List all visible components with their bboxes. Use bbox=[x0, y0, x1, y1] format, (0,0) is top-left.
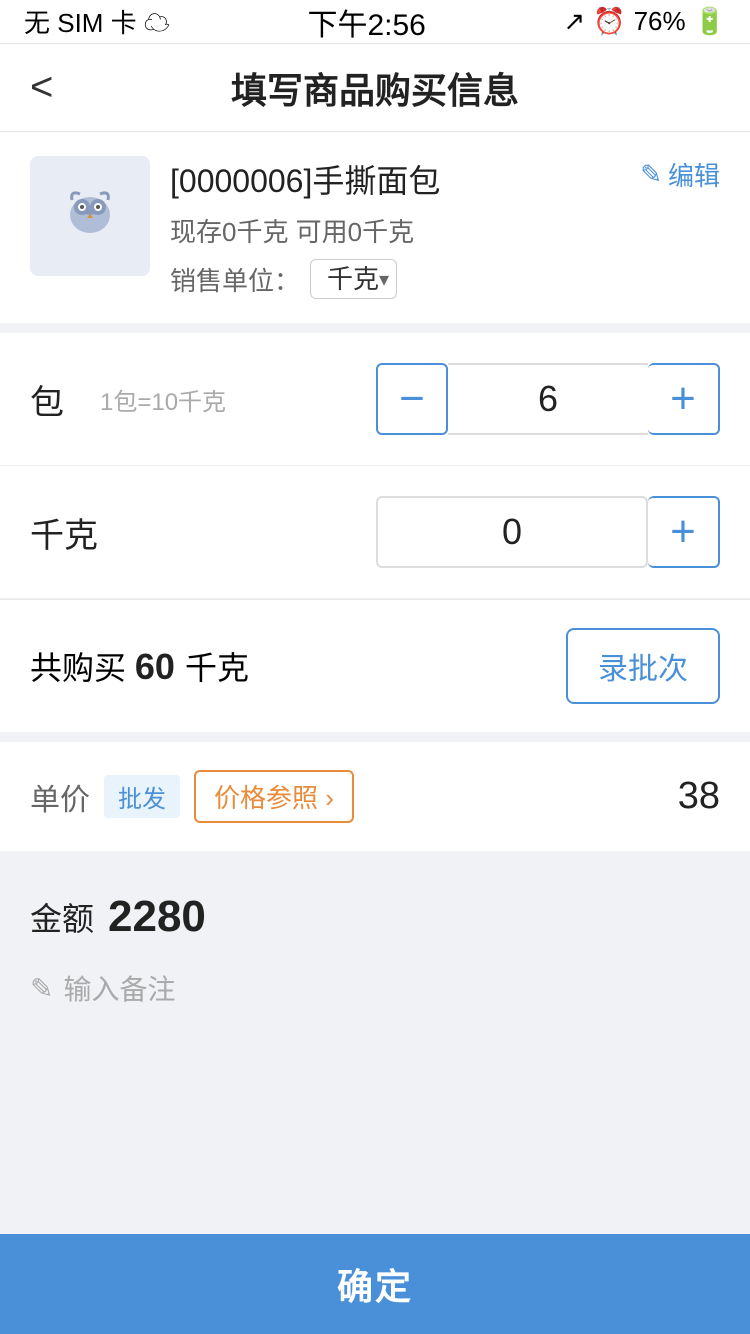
quantity-input-bao[interactable] bbox=[448, 363, 648, 435]
summary-value: 60 bbox=[135, 646, 185, 687]
product-card: [0000006]手撕面包 现存0千克 可用0千克 销售单位： 千克 ▾ ✎ 编… bbox=[0, 132, 750, 333]
unit-select-input[interactable]: 千克 bbox=[310, 259, 397, 299]
summary-prefix: 共购买 bbox=[30, 650, 126, 686]
page-title: 填写商品购买信息 bbox=[231, 62, 519, 114]
product-thumbnail bbox=[30, 156, 150, 276]
price-ref-button[interactable]: 价格参照 › bbox=[194, 770, 354, 823]
price-tag: 批发 bbox=[104, 775, 180, 818]
quantity-label-bao: 包 bbox=[30, 375, 90, 424]
amount-label: 金额 bbox=[30, 894, 94, 940]
price-section: 单价 批发 价格参照 › 38 bbox=[0, 742, 750, 852]
amount-section: 金额 2280 ✎ 输入备注 bbox=[0, 852, 750, 1038]
quantity-hint-bao: 1包=10千克 bbox=[100, 382, 376, 417]
product-info: [0000006]手撕面包 现存0千克 可用0千克 销售单位： 千克 ▾ bbox=[170, 156, 620, 299]
product-icon bbox=[60, 180, 120, 252]
edit-icon: ✎ bbox=[640, 159, 662, 190]
quantity-section: 包 1包=10千克 − + 千克 + bbox=[0, 333, 750, 600]
note-placeholder: 输入备注 bbox=[63, 968, 175, 1008]
product-stock: 现存0千克 可用0千克 bbox=[170, 212, 620, 249]
quantity-label-kg: 千克 bbox=[30, 508, 98, 557]
battery-icon: 🔋 bbox=[694, 6, 726, 37]
price-value: 38 bbox=[678, 775, 720, 818]
status-bar: 无 SIM 卡 ☁ 下午2:56 ↗ ⏰ 76% 🔋 bbox=[0, 0, 750, 44]
status-right: ↗ ⏰ 76% 🔋 bbox=[563, 6, 726, 37]
summary-unit: 千克 bbox=[185, 650, 249, 686]
unit-label: 销售单位： bbox=[170, 261, 300, 298]
status-left: 无 SIM 卡 ☁ bbox=[24, 3, 170, 40]
location-icon: ↗ bbox=[563, 6, 585, 37]
pencil-icon: ✎ bbox=[30, 972, 53, 1005]
product-name: [0000006]手撕面包 bbox=[170, 156, 620, 202]
quantity-control-kg: + bbox=[376, 496, 720, 568]
increment-kg-button[interactable]: + bbox=[648, 496, 720, 568]
quantity-row-bao: 包 1包=10千克 − + bbox=[0, 333, 750, 466]
status-time: 下午2:56 bbox=[307, 0, 425, 44]
sim-status: 无 SIM 卡 ☁ bbox=[24, 3, 170, 40]
batch-button[interactable]: 录批次 bbox=[566, 628, 720, 704]
price-label: 单价 bbox=[30, 775, 90, 819]
product-unit-row: 销售单位： 千克 ▾ bbox=[170, 259, 620, 299]
quantity-row-kg: 千克 + bbox=[0, 466, 750, 599]
edit-button[interactable]: ✎ 编辑 bbox=[640, 156, 720, 193]
increment-bao-button[interactable]: + bbox=[648, 363, 720, 435]
nav-bar: < 填写商品购买信息 bbox=[0, 44, 750, 132]
note-row[interactable]: ✎ 输入备注 bbox=[30, 958, 720, 1038]
back-button[interactable]: < bbox=[30, 65, 53, 110]
amount-value: 2280 bbox=[108, 892, 206, 942]
battery-level: 76% bbox=[634, 6, 686, 37]
decrement-bao-button[interactable]: − bbox=[376, 363, 448, 435]
quantity-input-kg[interactable] bbox=[376, 496, 648, 568]
summary-row: 共购买 60 千克 录批次 bbox=[0, 600, 750, 742]
unit-selector[interactable]: 千克 ▾ bbox=[310, 259, 397, 299]
confirm-button[interactable]: 确定 bbox=[0, 1234, 750, 1334]
quantity-control-bao: − + bbox=[376, 363, 720, 435]
alarm-icon: ⏰ bbox=[593, 6, 625, 37]
amount-row: 金额 2280 bbox=[30, 882, 720, 958]
summary-text: 共购买 60 千克 bbox=[30, 643, 249, 689]
